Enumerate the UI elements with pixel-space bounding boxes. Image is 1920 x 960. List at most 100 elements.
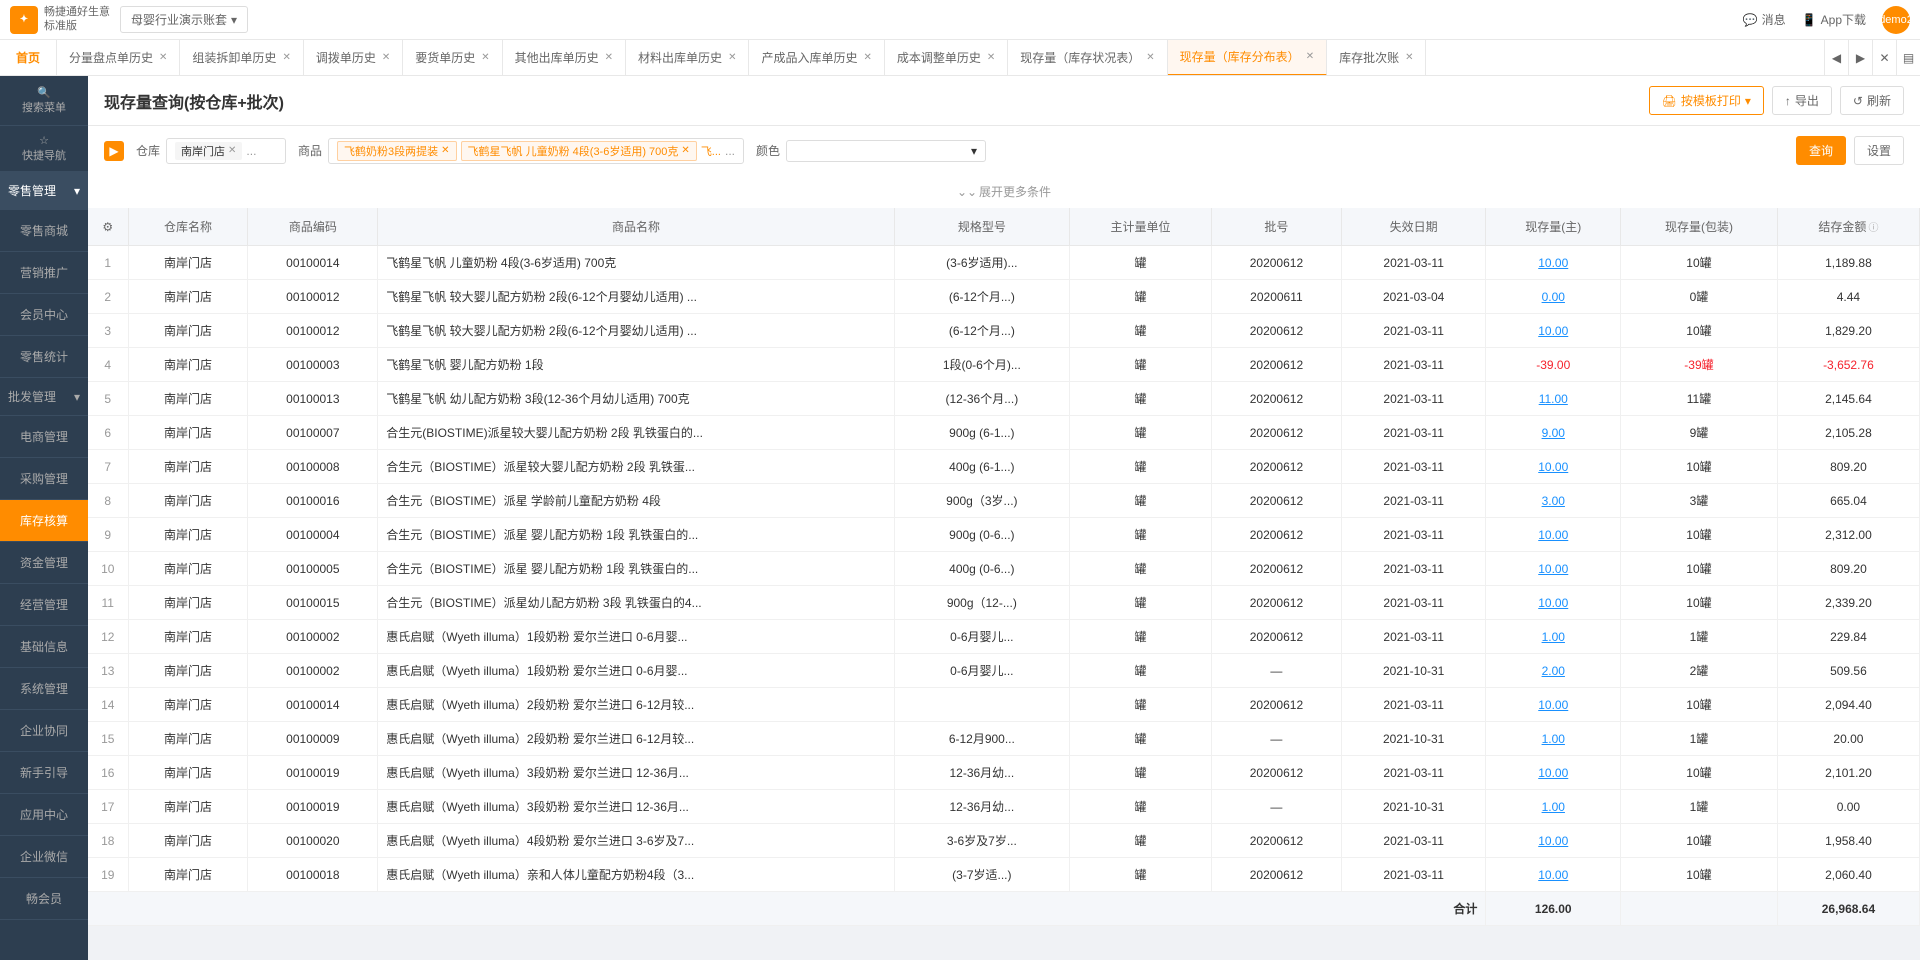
refresh-icon: ↺ [1853, 94, 1863, 108]
sidebar-item-retail-stats[interactable]: 零售统计 [0, 336, 88, 378]
tab-transfer[interactable]: 调拨单历史 ✕ [304, 40, 403, 76]
cell-stock-main[interactable]: 10.00 [1486, 314, 1621, 348]
expand-button[interactable]: ⌄⌄ 展开更多条件 [957, 183, 1051, 200]
tab-batch-ledger[interactable]: 库存批次账 ✕ [1327, 40, 1426, 76]
sidebar-item-finance[interactable]: 资金管理 [0, 542, 88, 584]
cell-stock-main[interactable]: 10.00 [1486, 824, 1621, 858]
tab-cost-adjust-close[interactable]: ✕ [987, 52, 995, 63]
sidebar-item-retail[interactable]: 零售管理 ▾ [0, 172, 88, 210]
query-button[interactable]: 查询 [1796, 136, 1846, 165]
sidebar-item-enterprise-label: 企业协同 [8, 722, 80, 739]
tab-prev-button[interactable]: ◀ [1824, 40, 1848, 76]
download-button[interactable]: 📱 App下载 [1802, 11, 1866, 28]
tab-disassemble-close[interactable]: ✕ [282, 52, 290, 63]
tab-requisition-close[interactable]: ✕ [481, 52, 489, 63]
tab-product-in[interactable]: 产成品入库单历史 ✕ [749, 40, 884, 76]
cell-batch: 20200612 [1212, 348, 1342, 382]
tab-split-check[interactable]: 分量盘点单历史 ✕ [57, 40, 180, 76]
cell-stock-main[interactable]: 1.00 [1486, 620, 1621, 654]
tab-material-out[interactable]: 材料出库单历史 ✕ [626, 40, 749, 76]
product-tag-1-close[interactable]: ✕ [441, 145, 449, 156]
cell-batch: 20200612 [1212, 620, 1342, 654]
col-settings[interactable]: ⚙ [88, 208, 128, 246]
product-filter-dots[interactable]: ... [725, 144, 735, 158]
sidebar-item-basic[interactable]: 基础信息 [0, 626, 88, 668]
warehouse-filter-label: 仓库 [136, 142, 160, 159]
sidebar-item-wholesale[interactable]: 批发管理 ▾ [0, 378, 88, 416]
tab-cost-adjust[interactable]: 成本调整单历史 ✕ [885, 40, 1008, 76]
sidebar-nav[interactable]: ☆ 快捷导航 [0, 126, 88, 172]
cell-stock-main[interactable]: 3.00 [1486, 484, 1621, 518]
tab-stock-dist[interactable]: 现存量（库存分布表） ✕ [1168, 40, 1327, 76]
tab-split-check-close[interactable]: ✕ [159, 52, 167, 63]
cell-stock-main[interactable]: 0.00 [1486, 280, 1621, 314]
sidebar-search[interactable]: 🔍 搜索菜单 [0, 76, 88, 126]
sidebar-item-marketing[interactable]: 营销推广 [0, 252, 88, 294]
sidebar-item-operation[interactable]: 经营管理 [0, 584, 88, 626]
cell-stock-main[interactable]: 1.00 [1486, 722, 1621, 756]
cell-stock-main[interactable]: 2.00 [1486, 654, 1621, 688]
cell-stock-main[interactable]: 10.00 [1486, 858, 1621, 892]
sidebar-nav-label: 快捷导航 [8, 147, 80, 163]
print-button[interactable]: 🖨 按模板打印 ▾ [1649, 86, 1764, 115]
settings-icon[interactable]: ⚙ [102, 220, 113, 234]
sidebar-item-retail-shop[interactable]: 零售商城 [0, 210, 88, 252]
tab-other-out[interactable]: 其他出库单历史 ✕ [503, 40, 626, 76]
product-tag-2-close[interactable]: ✕ [681, 145, 689, 156]
tab-disassemble[interactable]: 组装拆卸单历史 ✕ [180, 40, 303, 76]
col-unit: 主计量单位 [1069, 208, 1211, 246]
avatar[interactable]: demo2 [1882, 6, 1910, 34]
settings-button[interactable]: 设置 [1854, 136, 1904, 165]
tab-next-button[interactable]: ▶ [1848, 40, 1872, 76]
tab-stock-status-close[interactable]: ✕ [1146, 52, 1154, 63]
export-button[interactable]: ↑ 导出 [1772, 86, 1832, 115]
sidebar-item-guide[interactable]: 新手引导 [0, 752, 88, 794]
color-filter-chevron: ▾ [971, 144, 977, 158]
tab-stock-dist-close[interactable]: ✕ [1306, 51, 1314, 62]
warehouse-filter-input[interactable]: 南岸门店 ✕ ... [166, 138, 286, 164]
expand-filter-button[interactable]: ▶ [104, 141, 124, 161]
tab-batch-ledger-close[interactable]: ✕ [1405, 52, 1413, 63]
balance-info-icon[interactable]: ⓘ [1868, 219, 1878, 234]
message-button[interactable]: 💬 消息 [1743, 11, 1786, 28]
cell-spec: 900g (0-6...) [894, 518, 1069, 552]
cell-stock-main[interactable]: 10.00 [1486, 518, 1621, 552]
cell-stock-main[interactable]: 9.00 [1486, 416, 1621, 450]
tab-other-out-close[interactable]: ✕ [605, 52, 613, 63]
cell-spec: 400g (0-6...) [894, 552, 1069, 586]
sidebar-item-member[interactable]: 会员中心 [0, 294, 88, 336]
warehouse-tag-close[interactable]: ✕ [228, 145, 236, 156]
tab-requisition[interactable]: 要货单历史 ✕ [403, 40, 502, 76]
tab-transfer-close[interactable]: ✕ [382, 52, 390, 63]
tab-close-current-button[interactable]: ✕ [1872, 40, 1896, 76]
sidebar-item-wechat[interactable]: 企业微信 [0, 836, 88, 878]
tab-product-in-close[interactable]: ✕ [863, 52, 871, 63]
sidebar-item-enterprise[interactable]: 企业协同 [0, 710, 88, 752]
sidebar-item-system[interactable]: 系统管理 [0, 668, 88, 710]
tab-stock-status[interactable]: 现存量（库存状况表） ✕ [1008, 40, 1167, 76]
cell-code: 00100008 [248, 450, 378, 484]
cell-expire: 2021-03-11 [1341, 382, 1486, 416]
tab-home[interactable]: 首页 [0, 40, 57, 76]
cell-stock-main[interactable]: 10.00 [1486, 688, 1621, 722]
cell-code: 00100007 [248, 416, 378, 450]
cell-stock-main[interactable]: 10.00 [1486, 552, 1621, 586]
cell-stock-main[interactable]: 10.00 [1486, 586, 1621, 620]
sidebar-item-purchase[interactable]: 采购管理 [0, 458, 88, 500]
sidebar-item-member2[interactable]: 畅会员 [0, 878, 88, 920]
cell-stock-main[interactable]: 11.00 [1486, 382, 1621, 416]
color-filter-input[interactable]: ▾ [786, 140, 986, 162]
sidebar-item-inventory[interactable]: 库存核算 [0, 500, 88, 542]
product-filter-input[interactable]: 飞鹤奶粉3段两提装 ✕ 飞鹤星飞帆 儿童奶粉 4段(3-6岁适用) 700克 ✕… [328, 138, 744, 164]
tab-material-out-close[interactable]: ✕ [728, 52, 736, 63]
refresh-button[interactable]: ↺ 刷新 [1840, 86, 1904, 115]
tab-menu-button[interactable]: ▤ [1896, 40, 1920, 76]
sidebar-item-app-center[interactable]: 应用中心 [0, 794, 88, 836]
sidebar-item-ecommerce[interactable]: 电商管理 [0, 416, 88, 458]
cell-stock-main[interactable]: 1.00 [1486, 790, 1621, 824]
cell-stock-main[interactable]: 10.00 [1486, 756, 1621, 790]
cell-stock-main[interactable]: 10.00 [1486, 246, 1621, 280]
warehouse-filter-dots[interactable]: ... [246, 144, 256, 158]
cell-stock-main[interactable]: 10.00 [1486, 450, 1621, 484]
org-selector[interactable]: 母婴行业演示账套 ▾ [120, 6, 248, 33]
